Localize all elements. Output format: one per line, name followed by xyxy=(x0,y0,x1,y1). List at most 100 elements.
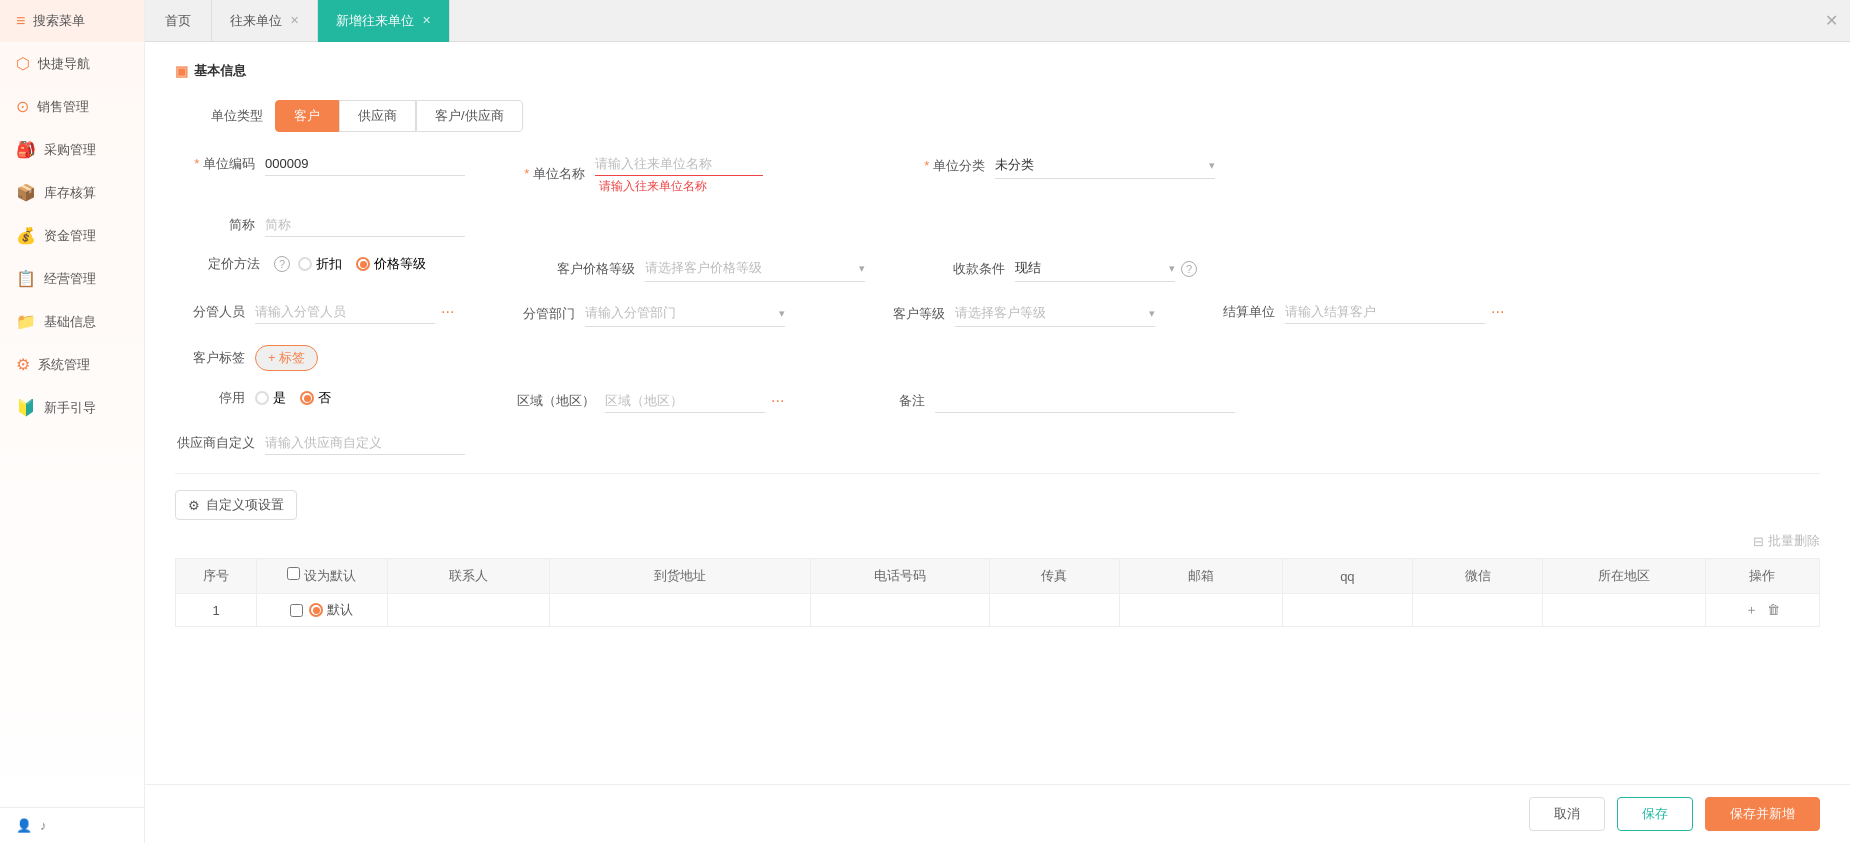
sidebar-item-inventory[interactable]: 📦 库存核算 xyxy=(0,171,144,214)
manager-field: 分管人员 ··· xyxy=(175,300,515,324)
customer-level-placeholder: 请选择客户等级 xyxy=(955,304,1149,322)
custom-settings-button[interactable]: ⚙ 自定义项设置 xyxy=(175,490,297,520)
customer-price-level-field: 客户价格等级 请选择客户价格等级 ▾ xyxy=(555,255,935,282)
region-input[interactable] xyxy=(605,389,765,413)
region-cell-input[interactable] xyxy=(1553,603,1695,618)
department-label: 分管部门 xyxy=(515,305,585,323)
supplier-custom-input[interactable] xyxy=(265,431,465,455)
sidebar-item-guide[interactable]: 🔰 新手引导 xyxy=(0,386,144,429)
sidebar-item-basic-info[interactable]: 📁 基础信息 xyxy=(0,300,144,343)
close-tab-counterparty-icon[interactable]: ✕ xyxy=(290,14,299,27)
cell-wechat[interactable] xyxy=(1412,594,1542,627)
sidebar-item-purchase[interactable]: 🎒 采购管理 xyxy=(0,128,144,171)
col-default: 设为默认 xyxy=(257,559,387,594)
table-row: 1 默认 xyxy=(176,594,1820,627)
settlement-more-icon[interactable]: ··· xyxy=(1491,303,1504,321)
close-tab-new-counterparty-icon[interactable]: ✕ xyxy=(422,14,431,27)
sidebar-item-operations[interactable]: 📋 经营管理 xyxy=(0,257,144,300)
sidebar-item-system[interactable]: ⚙ 系统管理 xyxy=(0,343,144,386)
batch-delete-label[interactable]: 批量删除 xyxy=(1768,532,1820,550)
add-row-icon[interactable]: ＋ xyxy=(1745,602,1758,617)
add-tag-button[interactable]: + 标签 xyxy=(255,345,318,371)
pricing-level-option[interactable]: 价格等级 xyxy=(356,255,426,273)
region-more-icon[interactable]: ··· xyxy=(771,392,784,410)
remark-input[interactable] xyxy=(935,389,1235,413)
batch-delete-row: ⊟ 批量删除 xyxy=(175,532,1820,550)
settlement-unit-input[interactable] xyxy=(1285,300,1485,324)
tab-counterparty[interactable]: 往来单位 ✕ xyxy=(212,0,318,42)
disabled-yes-option[interactable]: 是 xyxy=(255,389,286,407)
tab-new-counterparty[interactable]: 新增往来单位 ✕ xyxy=(318,0,450,42)
cell-address[interactable] xyxy=(550,594,810,627)
disabled-field: 停用 是 否 xyxy=(175,389,515,407)
customer-price-level-select[interactable]: 请选择客户价格等级 ▾ xyxy=(645,255,865,282)
phone-input[interactable] xyxy=(821,603,979,618)
qq-input[interactable] xyxy=(1293,603,1402,618)
form-row-1: 单位编码 单位名称 请输入往来单位名称 单位分类 未分类 ▾ xyxy=(175,152,1820,195)
pricing-help-icon[interactable]: ? xyxy=(274,256,290,272)
address-input[interactable] xyxy=(560,603,799,618)
unit-code-input[interactable] xyxy=(265,152,465,176)
form-footer: 取消 保存 保存并新增 xyxy=(145,784,1850,843)
sidebar-item-search[interactable]: ≡ 搜索菜单 xyxy=(0,0,144,42)
unit-btn-customer[interactable]: 客户 xyxy=(275,100,339,132)
system-icon: ⚙ xyxy=(16,355,30,374)
email-input[interactable] xyxy=(1130,603,1272,618)
unit-name-error: 请输入往来单位名称 xyxy=(595,178,763,195)
form-row-7: 供应商自定义 xyxy=(175,431,1820,455)
manager-input[interactable] xyxy=(255,300,435,324)
payment-terms-field: 收款条件 现结 ▾ ? xyxy=(935,255,1275,282)
sidebar-item-quick-nav[interactable]: ⬡ 快捷导航 xyxy=(0,42,144,85)
unit-btn-both[interactable]: 客户/供应商 xyxy=(416,100,523,132)
pricing-method-label: 定价方法 xyxy=(175,255,270,273)
guide-icon: 🔰 xyxy=(16,398,36,417)
sidebar-item-sales[interactable]: ⊙ 销售管理 xyxy=(0,85,144,128)
close-all-tabs-icon[interactable]: ✕ xyxy=(1825,11,1838,30)
cell-contact[interactable] xyxy=(387,594,550,627)
user-icon: 👤 xyxy=(16,818,32,833)
short-name-input[interactable] xyxy=(265,213,465,237)
sidebar-item-label: 经营管理 xyxy=(44,270,96,288)
customer-level-select[interactable]: 请选择客户等级 ▾ xyxy=(955,300,1155,327)
finance-icon: 💰 xyxy=(16,226,36,245)
cell-email[interactable] xyxy=(1120,594,1283,627)
tab-new-counterparty-label: 新增往来单位 xyxy=(336,12,414,30)
wechat-input[interactable] xyxy=(1423,603,1532,618)
customer-level-field: 客户等级 请选择客户等级 ▾ xyxy=(875,300,1215,327)
cancel-button[interactable]: 取消 xyxy=(1529,797,1605,831)
department-select[interactable]: 请输入分管部门 ▾ xyxy=(585,300,785,327)
fax-input[interactable] xyxy=(1000,603,1109,618)
col-seq: 序号 xyxy=(176,559,257,594)
contact-input[interactable] xyxy=(398,603,540,618)
customer-level-label: 客户等级 xyxy=(875,305,955,323)
contacts-table: 序号 设为默认 联系人 到货地址 电话号码 传真 邮箱 qq 微信 所在地区 操… xyxy=(175,558,1820,627)
default-radio-option[interactable]: 默认 xyxy=(309,601,353,619)
sidebar-item-finance[interactable]: 💰 资金管理 xyxy=(0,214,144,257)
payment-help-icon[interactable]: ? xyxy=(1181,261,1197,277)
manager-more-icon[interactable]: ··· xyxy=(441,303,454,321)
select-all-checkbox[interactable] xyxy=(287,567,300,580)
tab-home[interactable]: 首页 xyxy=(145,0,212,42)
disabled-no-radio xyxy=(300,391,314,405)
unit-category-field: 单位分类 未分类 ▾ xyxy=(915,152,1255,179)
sidebar-item-label: 采购管理 xyxy=(44,141,96,159)
cell-fax[interactable] xyxy=(989,594,1119,627)
unit-btn-supplier[interactable]: 供应商 xyxy=(339,100,416,132)
unit-name-wrap: 请输入往来单位名称 xyxy=(595,152,763,195)
chevron-down-icon2: ▾ xyxy=(859,262,865,275)
pricing-discount-option[interactable]: 折扣 xyxy=(298,255,342,273)
chevron-down-icon4: ▾ xyxy=(779,307,785,320)
row-checkbox[interactable] xyxy=(290,604,303,617)
save-button[interactable]: 保存 xyxy=(1617,797,1693,831)
delete-row-icon[interactable]: 🗑 xyxy=(1767,602,1780,617)
cell-region[interactable] xyxy=(1543,594,1706,627)
save-and-new-button[interactable]: 保存并新增 xyxy=(1705,797,1820,831)
payment-terms-select[interactable]: 现结 ▾ xyxy=(1015,255,1175,282)
col-qq: qq xyxy=(1282,559,1412,594)
cell-qq[interactable] xyxy=(1282,594,1412,627)
unit-name-input[interactable] xyxy=(595,152,763,176)
cell-actions: ＋ 🗑 xyxy=(1705,594,1819,627)
unit-category-select[interactable]: 未分类 ▾ xyxy=(995,152,1215,179)
disabled-no-option[interactable]: 否 xyxy=(300,389,331,407)
cell-phone[interactable] xyxy=(810,594,989,627)
